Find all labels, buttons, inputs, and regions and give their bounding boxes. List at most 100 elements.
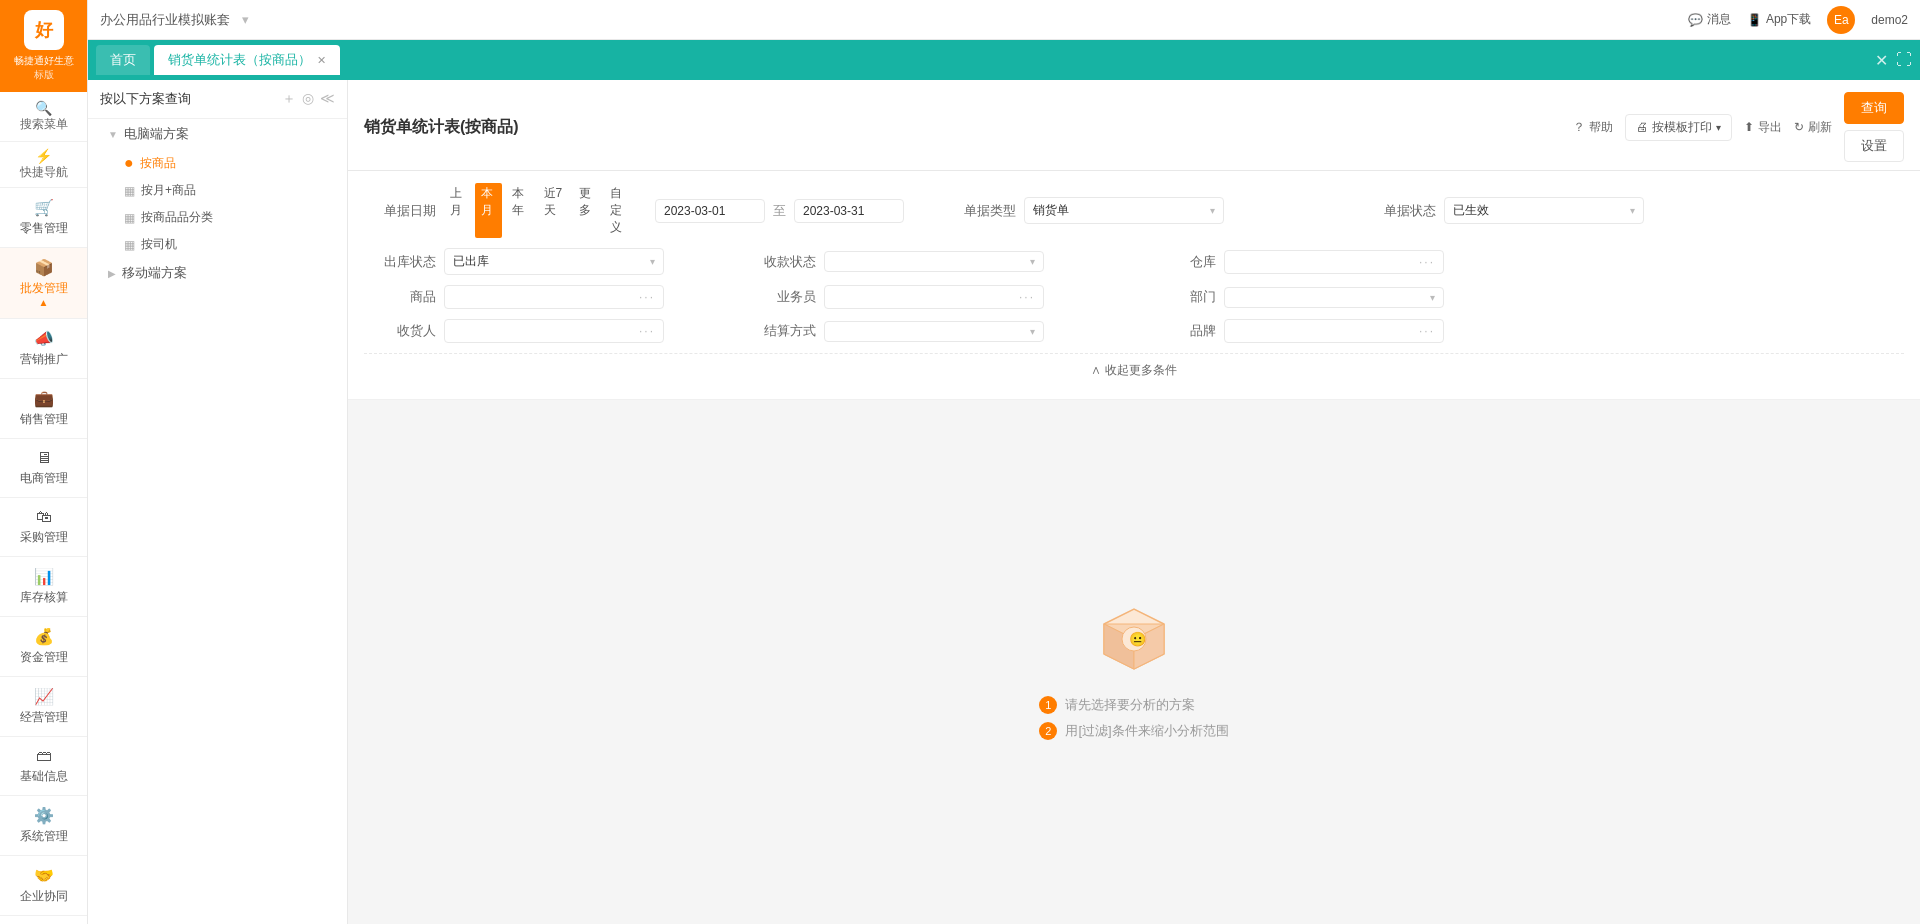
tab-home[interactable]: 首页 bbox=[96, 45, 150, 75]
app-download-icon: 📱 bbox=[1747, 13, 1762, 27]
query-btn[interactable]: 查询 bbox=[1844, 92, 1904, 124]
app-name: 畅捷通好生意 bbox=[14, 54, 74, 68]
shortcut-custom[interactable]: 自定义 bbox=[604, 183, 639, 238]
message-btn[interactable]: 💬 消息 bbox=[1688, 11, 1731, 28]
filter-row-4: 收货人 ··· 结算方式 ▾ 品牌 bbox=[364, 319, 1904, 343]
shortcut-this-year[interactable]: 本年 bbox=[506, 183, 533, 238]
order-type-arrow: ▾ bbox=[1210, 205, 1215, 216]
sidebar-item-sales[interactable]: 💼 销售管理 bbox=[0, 379, 87, 439]
shortcut-last-month[interactable]: 上月 bbox=[444, 183, 471, 238]
sidebar-item-system-label: 系统管理 bbox=[20, 828, 68, 845]
sidebar-item-operation[interactable]: 📈 经营管理 bbox=[0, 677, 87, 737]
tree-child-by-driver[interactable]: ▦ 按司机 bbox=[88, 231, 347, 258]
tab-close-all-icon[interactable]: ✕ bbox=[1875, 51, 1888, 70]
print-btn[interactable]: 🖨 按模板打印 ▾ bbox=[1625, 114, 1732, 141]
sidebar-item-basic[interactable]: 🗃 基础信息 bbox=[0, 737, 87, 796]
step-2-label: 用[过滤]条件来缩小分析范围 bbox=[1065, 722, 1228, 740]
step-num-2: 2 bbox=[1039, 722, 1057, 740]
settings-btn[interactable]: 设置 bbox=[1844, 130, 1904, 162]
sales-icon: 💼 bbox=[34, 389, 54, 408]
dept-arrow: ▾ bbox=[1430, 292, 1435, 303]
breadcrumb-arrow: ▾ bbox=[242, 12, 249, 27]
export-btn[interactable]: ⬆ 导出 bbox=[1744, 119, 1782, 136]
marketing-icon: 📣 bbox=[34, 329, 54, 348]
shortcut-this-month[interactable]: 本月 bbox=[475, 183, 502, 238]
help-label: 帮助 bbox=[1589, 119, 1613, 136]
edit-scheme-icon[interactable]: ◎ bbox=[302, 90, 314, 108]
left-panel: 按以下方案查询 ＋ ◎ ≪ ▼ 电脑端方案 ● 按商品 ▦ 按月+商品 bbox=[88, 80, 348, 924]
filter-area: 单据日期 上月 本月 本年 近7天 更多 自定义 至 bbox=[348, 171, 1920, 400]
payment-select[interactable]: ▾ bbox=[824, 321, 1044, 342]
collapse-scheme-icon[interactable]: ≪ bbox=[320, 90, 335, 108]
order-type-label: 单据类型 bbox=[944, 202, 1024, 220]
page-title-bar: 销货单统计表(按商品) ？ 帮助 🖨 按模板打印 ▾ ⬆ 导出 bbox=[348, 80, 1920, 171]
help-btn[interactable]: ？ 帮助 bbox=[1573, 119, 1613, 136]
warehouse-input[interactable]: ··· bbox=[1224, 250, 1444, 274]
salesperson-label: 业务员 bbox=[744, 288, 824, 306]
app-download-btn[interactable]: 📱 App下载 bbox=[1747, 11, 1811, 28]
goods-input[interactable]: ··· bbox=[444, 285, 664, 309]
date-shortcuts: 上月 本月 本年 近7天 更多 自定义 bbox=[444, 183, 639, 238]
tab-close-btn[interactable]: ✕ bbox=[317, 54, 326, 67]
tree-section-desktop[interactable]: ▼ 电脑端方案 bbox=[88, 119, 347, 149]
enterprise-icon: 🤝 bbox=[34, 866, 54, 885]
brand-label: 品牌 bbox=[1144, 322, 1224, 340]
sidebar-item-wholesale[interactable]: 📦 批发管理 ▲ bbox=[0, 248, 87, 319]
export-icon: ⬆ bbox=[1744, 120, 1754, 134]
date-from-input[interactable] bbox=[655, 199, 765, 223]
sidebar-item-enterprise[interactable]: 🤝 企业协同 bbox=[0, 856, 87, 916]
order-status-select[interactable]: 已生效 ▾ bbox=[1444, 197, 1644, 224]
tree-child-by-category[interactable]: ▦ 按商品品分类 bbox=[88, 204, 347, 231]
brand-input[interactable]: ··· bbox=[1224, 319, 1444, 343]
sidebar-item-newbie[interactable]: 🎯 新手引导 bbox=[0, 916, 87, 924]
main-wrap: 办公用品行业模拟账套 ▾ 💬 消息 📱 App下载 Ea demo2 首页 销货… bbox=[88, 0, 1920, 924]
left-panel-icons: ＋ ◎ ≪ bbox=[282, 90, 335, 108]
tree-mobile-expand-icon: ▶ bbox=[108, 268, 116, 279]
tree-child-by-month-goods[interactable]: ▦ 按月+商品 bbox=[88, 177, 347, 204]
order-status-label: 单据状态 bbox=[1364, 202, 1444, 220]
print-arrow: ▾ bbox=[1716, 122, 1721, 133]
purchase-icon: 🛍 bbox=[36, 508, 52, 526]
sidebar-item-finance[interactable]: 💰 资金管理 bbox=[0, 617, 87, 677]
shortcut-more[interactable]: 更多 bbox=[573, 183, 600, 238]
date-to-input[interactable] bbox=[794, 199, 904, 223]
tree-section-mobile[interactable]: ▶ 移动端方案 bbox=[88, 258, 347, 288]
sidebar-item-marketing[interactable]: 📣 营销推广 bbox=[0, 319, 87, 379]
shortcut-7days[interactable]: 近7天 bbox=[538, 183, 569, 238]
tree-child-by-goods[interactable]: ● 按商品 bbox=[88, 149, 347, 177]
goods-dots: ··· bbox=[639, 290, 655, 304]
app-download-label: App下载 bbox=[1766, 11, 1811, 28]
receiver-input[interactable]: ··· bbox=[444, 319, 664, 343]
out-status-select[interactable]: 已出库 ▾ bbox=[444, 248, 664, 275]
quick-nav-label: 快捷导航 bbox=[20, 164, 68, 181]
sidebar-item-inventory[interactable]: 📊 库存核算 bbox=[0, 557, 87, 617]
tab-home-label: 首页 bbox=[110, 51, 136, 69]
tree-child-by-category-label: 按商品品分类 bbox=[141, 209, 213, 226]
empty-state: 😐 1 请先选择要分析的方案 2 用[过滤]条件来缩小分析范围 bbox=[348, 400, 1920, 924]
tree-mobile-section-label: 移动端方案 bbox=[122, 264, 187, 282]
sidebar-item-system[interactable]: ⚙️ 系统管理 bbox=[0, 796, 87, 856]
refresh-btn[interactable]: ↻ 刷新 bbox=[1794, 119, 1832, 136]
tab-maximize-icon[interactable]: ⛶ bbox=[1896, 51, 1912, 69]
dept-select[interactable]: ▾ bbox=[1224, 287, 1444, 308]
search-menu[interactable]: 🔍 搜索菜单 bbox=[0, 92, 87, 142]
export-label: 导出 bbox=[1758, 119, 1782, 136]
tab-sales-stat[interactable]: 销货单统计表（按商品） ✕ bbox=[154, 45, 340, 75]
salesperson-input[interactable]: ··· bbox=[824, 285, 1044, 309]
receipt-status-select[interactable]: ▾ bbox=[824, 251, 1044, 272]
sidebar-item-purchase[interactable]: 🛍 采购管理 bbox=[0, 498, 87, 557]
tabbar-actions: ✕ ⛶ bbox=[1875, 51, 1912, 70]
sidebar-item-retail[interactable]: 🛒 零售管理 bbox=[0, 188, 87, 248]
goods-control: ··· bbox=[444, 285, 704, 309]
user-avatar[interactable]: Ea bbox=[1827, 6, 1855, 34]
finance-icon: 💰 bbox=[34, 627, 54, 646]
order-type-select[interactable]: 销货单 ▾ bbox=[1024, 197, 1224, 224]
quick-nav[interactable]: ⚡ 快捷导航 bbox=[0, 142, 87, 188]
add-scheme-icon[interactable]: ＋ bbox=[282, 90, 296, 108]
right-content: 销货单统计表(按商品) ？ 帮助 🖨 按模板打印 ▾ ⬆ 导出 bbox=[348, 80, 1920, 924]
ecom-icon: 🖥 bbox=[36, 449, 52, 467]
tabbar: 首页 销货单统计表（按商品） ✕ ✕ ⛶ bbox=[88, 40, 1920, 80]
receipt-status-label: 收款状态 bbox=[744, 253, 824, 271]
sidebar-item-ecom[interactable]: 🖥 电商管理 bbox=[0, 439, 87, 498]
collapse-bar[interactable]: ∧ 收起更多条件 bbox=[364, 353, 1904, 387]
